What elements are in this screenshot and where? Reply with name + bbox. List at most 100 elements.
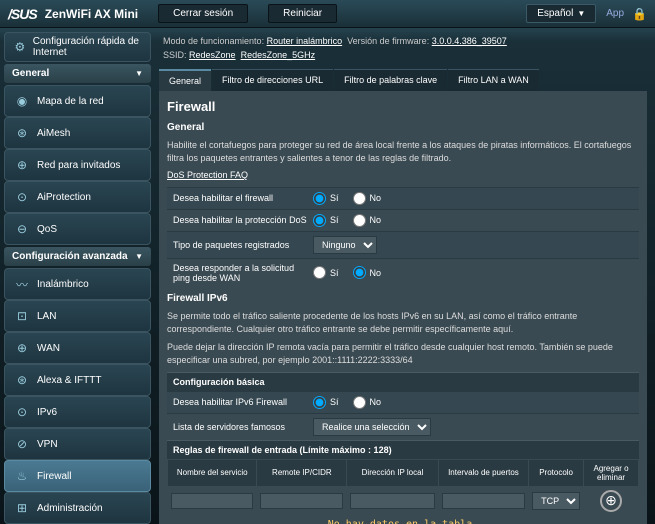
sidebar-header-advanced[interactable]: Configuración avanzada▼: [4, 247, 151, 266]
logout-button[interactable]: Cerrar sesión: [158, 4, 248, 23]
firewall-panel: Firewall General Habilite el cortafuegos…: [159, 91, 647, 524]
ipv6-desc2: Puede dejar la dirección IP remota vacía…: [167, 341, 639, 368]
nav-icon: ◉: [13, 92, 31, 110]
basic-config-header: Configuración básica: [167, 372, 639, 391]
tabs: GeneralFiltro de direcciones URLFiltro d…: [159, 69, 647, 91]
nav-icon: ⊞: [13, 499, 31, 517]
select-input[interactable]: Ninguno: [313, 236, 377, 254]
brand-logo: /SUS: [8, 6, 37, 22]
language-selector[interactable]: Español ▼: [526, 4, 596, 23]
tab-general[interactable]: General: [159, 69, 211, 91]
model-name: ZenWiFi AX Mini: [45, 7, 138, 21]
add-rule-button[interactable]: ⊕: [600, 490, 622, 512]
sidebar-item-mapa-de-la-red[interactable]: ◉ Mapa de la red: [4, 85, 151, 117]
nav-icon: ⊕: [13, 339, 31, 357]
sidebar-item-red-para-invitados[interactable]: ⊕Red para invitados: [4, 149, 151, 181]
sidebar-item-alexa-ifttt[interactable]: ⊛ Alexa & IFTTT: [4, 364, 151, 396]
sidebar-item-qos[interactable]: ⊖QoS: [4, 213, 151, 245]
main-content: Modo de funcionamiento: Router inalámbri…: [155, 28, 655, 524]
no-data-message: No hay datos en la tabla.: [168, 515, 639, 524]
column-header: Agregar o eliminar: [584, 459, 639, 486]
tab-filtro-de-direcciones-url[interactable]: Filtro de direcciones URL: [212, 69, 333, 91]
sidebar-item-label: Administración: [37, 503, 103, 514]
local-ip-input[interactable]: [350, 493, 434, 509]
sidebar-item-label: Inalámbrico: [37, 279, 89, 290]
radio-yes[interactable]: Sí: [313, 214, 339, 227]
nav-icon: ⊛: [13, 124, 31, 142]
sidebar-header-general[interactable]: General▼: [4, 64, 151, 83]
app-link[interactable]: App: [606, 8, 624, 19]
form-row: Desea habilitar la protección DoSSíNo: [167, 209, 639, 231]
radio-yes[interactable]: Sí: [313, 266, 339, 279]
reboot-button[interactable]: Reiniciar: [268, 4, 337, 23]
column-header: Remote IP/CIDR: [257, 459, 347, 486]
radio-no[interactable]: No: [353, 396, 382, 409]
form-row: Desea habilitar IPv6 FirewallSí No: [167, 391, 639, 413]
form-label: Desea habilitar IPv6 Firewall: [173, 397, 313, 407]
mode-link[interactable]: Router inalámbrico: [267, 36, 343, 46]
sidebar-item-ipv6[interactable]: ⊙IPv6: [4, 396, 151, 428]
nav-icon: ⊛: [13, 371, 31, 389]
sidebar-item-label: Red para invitados: [37, 160, 120, 171]
sidebar-item-label: Mapa de la red: [37, 96, 104, 107]
radio-no[interactable]: No: [353, 266, 382, 279]
protocol-select[interactable]: TCP: [532, 492, 580, 510]
page-title: Firewall: [167, 99, 639, 114]
service-name-input[interactable]: [171, 493, 253, 509]
radio-yes[interactable]: Sí: [313, 192, 339, 205]
quick-setup-card[interactable]: ⚙ Configuración rápida de Internet: [4, 32, 151, 62]
ipv6-desc1: Se permite todo el tráfico saliente proc…: [167, 310, 639, 337]
section-general: General: [167, 122, 639, 133]
form-label: Desea responder a la solicitud ping desd…: [173, 263, 313, 283]
nav-icon: ⊡: [13, 307, 31, 325]
sidebar-item-aimesh[interactable]: ⊛AiMesh: [4, 117, 151, 149]
language-label: Español: [537, 8, 573, 19]
column-header: Nombre del servicio: [168, 459, 257, 486]
nav-icon: ♨: [13, 467, 31, 485]
section-ipv6: Firewall IPv6: [167, 293, 639, 304]
radio-no[interactable]: No: [353, 214, 382, 227]
form-row: Tipo de paquetes registradosNinguno: [167, 231, 639, 258]
remote-ip-input[interactable]: [260, 493, 343, 509]
form-label: Lista de servidores famosos: [173, 422, 313, 432]
quick-setup-label: Configuración rápida de Internet: [33, 36, 142, 58]
sidebar-item-label: Alexa & IFTTT: [37, 375, 101, 386]
form-label: Desea habilitar el firewall: [173, 193, 313, 203]
sidebar-item-aiprotection[interactable]: ⊙AiProtection: [4, 181, 151, 213]
radio-yes[interactable]: Sí: [313, 396, 339, 409]
sidebar-item-label: VPN: [37, 439, 58, 450]
nav-icon: ⊙: [13, 188, 31, 206]
general-desc: Habilite el cortafuegos para proteger su…: [167, 139, 639, 166]
column-header: Dirección IP local: [347, 459, 438, 486]
inbound-rules-header: Reglas de firewall de entrada (Límite má…: [167, 440, 639, 459]
firmware-link[interactable]: 3.0.0.4.386_39507: [432, 36, 507, 46]
radio-no[interactable]: No: [353, 192, 382, 205]
sidebar-item-firewall[interactable]: ♨Firewall: [4, 460, 151, 492]
top-bar: /SUS ZenWiFi AX Mini Cerrar sesión Reini…: [0, 0, 655, 28]
tab-filtro-lan-a-wan[interactable]: Filtro LAN a WAN: [448, 69, 539, 91]
nav-icon: ⊙: [13, 403, 31, 421]
sidebar-item-label: LAN: [37, 311, 56, 322]
rule-input-row: TCP ⊕: [168, 486, 639, 515]
ssid-label: SSID:: [163, 50, 187, 60]
chevron-down-icon: ▼: [135, 252, 143, 261]
info-bar: Modo de funcionamiento: Router inalámbri…: [159, 32, 647, 65]
nav-icon: ⊘: [13, 435, 31, 453]
mode-label: Modo de funcionamiento:: [163, 36, 264, 46]
port-range-input[interactable]: [442, 493, 525, 509]
ssid1-link[interactable]: RedesZone: [189, 50, 236, 60]
select-input[interactable]: Realice una selección: [313, 418, 431, 436]
dos-faq-link[interactable]: DoS Protection FAQ: [167, 170, 248, 180]
ssid2-link[interactable]: RedesZone_5GHz: [241, 50, 316, 60]
sidebar-item-lan[interactable]: ⊡ LAN: [4, 300, 151, 332]
sidebar-header-general-label: General: [12, 68, 49, 79]
lock-icon[interactable]: 🔒: [632, 7, 647, 21]
sidebar-item-inal-mbrico[interactable]: 〰Inalámbrico: [4, 268, 151, 300]
chevron-down-icon: ▼: [577, 9, 585, 18]
tab-filtro-de-palabras-clave[interactable]: Filtro de palabras clave: [334, 69, 447, 91]
sidebar-item-administraci-n[interactable]: ⊞ Administración: [4, 492, 151, 524]
sidebar: ⚙ Configuración rápida de Internet Gener…: [0, 28, 155, 524]
sidebar-item-vpn[interactable]: ⊘ VPN: [4, 428, 151, 460]
form-row: Desea habilitar el firewallSí No: [167, 187, 639, 209]
sidebar-item-wan[interactable]: ⊕WAN: [4, 332, 151, 364]
